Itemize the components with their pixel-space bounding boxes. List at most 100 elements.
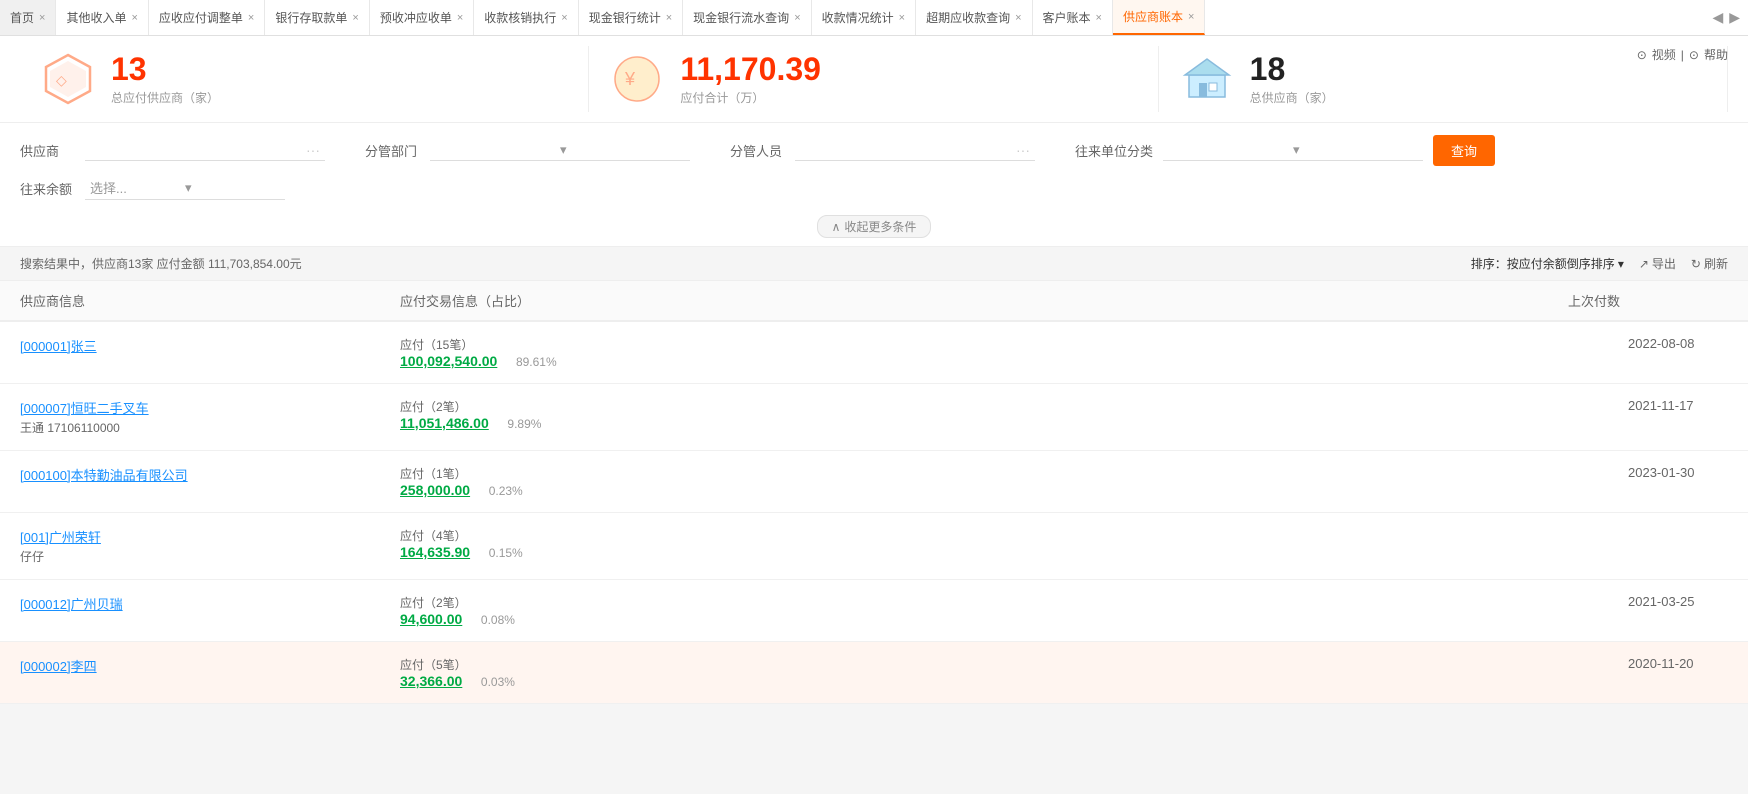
svg-text:¥: ¥ [624,69,636,89]
balance-placeholder: 选择... [90,178,185,197]
nav-arrow-left[interactable]: ◀ [1709,9,1726,26]
transaction-cell: 应付（2笔） 11,051,486.00 9.89% [400,398,1508,431]
last-payment-cell: 2021-11-17 [1508,398,1728,413]
department-select[interactable]: ▾ [430,140,690,161]
nav-tab-close-cash-stats[interactable]: × [666,12,672,24]
last-payment-cell [1508,527,1728,542]
trans-amount-link[interactable]: 32,366.00 [400,673,462,689]
table-row: [001]广州荣轩 仔仔 应付（4笔） 164,635.90 0.15% [0,513,1748,580]
nav-tab-close-supplier-ledger[interactable]: × [1188,11,1194,23]
supplier-info-cell: [000012]广州贝瑞 [20,594,400,613]
category-select[interactable]: ▾ [1163,140,1423,161]
nav-tab-receive-stats[interactable]: 收款情况统计× [812,0,916,35]
supplier-input[interactable] [90,143,306,158]
last-payment-cell: 2021-03-25 [1508,594,1728,609]
trans-pct: 0.23% [489,484,523,498]
data-table: 供应商信息 应付交易信息（占比） 上次付数 [000001]张三 应付（15笔）… [0,281,1748,704]
supplier-link[interactable]: [000007]恒旺二手叉车 [20,401,149,416]
trans-amount-link[interactable]: 258,000.00 [400,482,470,498]
filter-collapse: ∧ 收起更多条件 [20,210,1728,246]
nav-tab-customer-ledger[interactable]: 客户账本× [1033,0,1113,35]
trans-amount-link[interactable]: 164,635.90 [400,544,470,560]
supplier-link[interactable]: [000012]广州贝瑞 [20,597,123,612]
divider: | [1681,48,1684,62]
transaction-cell: 应付（5笔） 32,366.00 0.03% [400,656,1508,689]
trans-amount-row: 164,635.90 0.15% [400,544,1508,560]
filter-row-1: 供应商 ··· 分管部门 ▾ 分管人员 ··· 往来单位分类 ▾ 查询 [20,135,1728,166]
filter-row-2: 往来余额 选择... ▾ [20,176,1728,200]
nav-tab-verify[interactable]: 收款核销执行 × [474,0,578,35]
stat-payable-amount: ¥ 11,170.39 应付合计（万） [589,46,1158,112]
supplier-link[interactable]: [000001]张三 [20,339,97,354]
refresh-label: 刷新 [1704,255,1728,272]
payable-amount-number: 11,170.39 [680,52,821,87]
nav-tab-close-pre-receive[interactable]: × [457,12,463,24]
nav-tab-label: 首页 [10,9,34,26]
trans-pct: 0.03% [481,675,515,689]
nav-tab-home[interactable]: 首页 × [0,0,56,35]
supplier-sub: 王通 17106110000 [20,419,400,436]
nav-tab-label: 供应商账本 [1123,8,1183,25]
transaction-cell: 应付（1笔） 258,000.00 0.23% [400,465,1508,498]
table-body: [000001]张三 应付（15笔） 100,092,540.00 89.61%… [0,322,1748,704]
table-header: 供应商信息 应付交易信息（占比） 上次付数 [0,281,1748,322]
nav-tab-label: 收款核销执行 [484,9,556,26]
query-button[interactable]: 查询 [1433,135,1495,166]
nav-tab-close-other-income[interactable]: × [131,12,137,24]
nav-tab-cash-flow[interactable]: 现金银行流水查询× [683,0,811,35]
nav-tab-label: 预收冲应收单 [380,9,452,26]
nav-tab-adjust[interactable]: 应收应付调整单× [149,0,265,35]
collapse-label: 收起更多条件 [844,218,916,235]
trans-amount-link[interactable]: 94,600.00 [400,611,462,627]
trans-amount-link[interactable]: 100,092,540.00 [400,353,497,369]
store-icon [1179,51,1235,107]
nav-tab-label: 现金银行统计 [589,9,661,26]
sort-select[interactable]: 排序：按应付余额倒序排序 ▾ [1471,255,1624,272]
trans-amount-link[interactable]: 11,051,486.00 [400,415,489,431]
nav-tab-overdue[interactable]: 超期应收款查询 × [916,0,1032,35]
refresh-icon: ↻ [1691,257,1701,271]
balance-select[interactable]: 选择... ▾ [85,176,285,200]
trans-label: 应付（2笔） [400,398,1508,415]
supplier-link[interactable]: [001]广州荣轩 [20,530,101,545]
nav-tab-other-income[interactable]: 其他收入单× [56,0,148,35]
supplier-link[interactable]: [000100]本特勤油品有限公司 [20,468,188,483]
nav-tab-close-customer-ledger[interactable]: × [1096,12,1102,24]
last-payment-date [1568,527,1628,542]
nav-tab-close-overdue[interactable]: × [1015,12,1021,24]
nav-tab-close-bank[interactable]: × [352,12,358,24]
supplier-label: 供应商 [20,141,75,160]
nav-tab-label: 超期应收款查询 [926,9,1010,26]
transaction-cell: 应付（2笔） 94,600.00 0.08% [400,594,1508,627]
nav-tab-close-home[interactable]: × [39,12,45,24]
nav-tab-supplier-ledger[interactable]: 供应商账本 × [1113,0,1205,35]
table-row: [000002]李四 应付（5笔） 32,366.00 0.03% 2020-1… [0,642,1748,704]
svg-text:◇: ◇ [56,72,67,88]
nav-tab-close-cash-flow[interactable]: × [794,12,800,24]
nav-arrow-right[interactable]: ▶ [1726,9,1743,26]
nav-tab-bank[interactable]: 银行存取款单× [265,0,369,35]
nav-arrows: ◀ ▶ [1704,9,1748,26]
supplier-dots[interactable]: ··· [306,142,320,158]
result-bar: 搜索结果中，供应商13家 应付金额 111,703,854.00元 排序：按应付… [0,247,1748,281]
help-link[interactable]: 帮助 [1704,46,1728,63]
nav-tab-pre-receive[interactable]: 预收冲应收单 × [370,0,474,35]
table-row: [000100]本特勤油品有限公司 应付（1笔） 258,000.00 0.23… [0,451,1748,513]
trans-pct: 89.61% [516,355,557,369]
stat-payable-amount-text: 11,170.39 应付合计（万） [680,52,821,106]
person-dots[interactable]: ··· [1016,142,1030,158]
balance-label: 往来余额 [20,179,75,198]
supplier-link[interactable]: [000002]李四 [20,659,97,674]
video-link[interactable]: 视频 [1652,46,1676,63]
nav-tab-close-receive-stats[interactable]: × [899,12,905,24]
refresh-button[interactable]: ↻ 刷新 [1691,255,1728,272]
nav-tab-close-adjust[interactable]: × [248,12,254,24]
person-input[interactable] [800,143,1016,158]
supplier-input-wrap: ··· [85,140,325,161]
nav-tab-close-verify[interactable]: × [561,12,567,24]
trans-label: 应付（5笔） [400,656,1508,673]
export-button[interactable]: ↗ 导出 [1639,255,1676,272]
nav-tab-cash-stats[interactable]: 现金银行统计 × [579,0,683,35]
stat-payable-suppliers: ◇ 13 总应付供应商（家） [20,46,589,112]
collapse-button[interactable]: ∧ 收起更多条件 [817,215,932,238]
